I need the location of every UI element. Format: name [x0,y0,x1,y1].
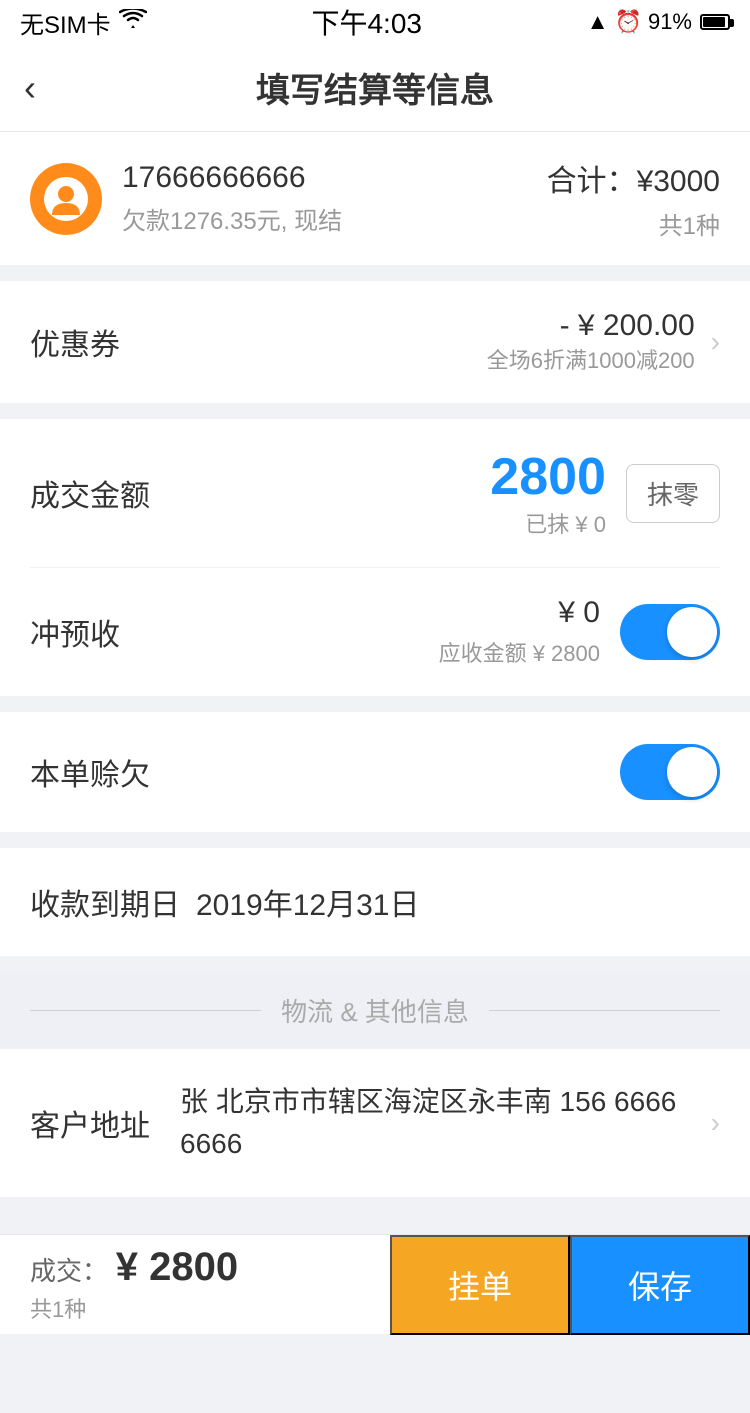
battery-percent: 91% [648,9,692,35]
status-time: 下午4:03 [311,2,422,42]
page-title: 填写结算等信息 [256,63,494,112]
deal-amount-label: 成交金额 [30,471,150,515]
flush-receivable: 应收金额 ¥ 2800 [439,636,600,668]
coupon-description: 全场6折满1000减200 [487,343,695,375]
customer-section: 17666666666 欠款1276.35元, 现结 合计：¥3000 共1种 [0,132,750,265]
bottom-count: 共1种 [30,1292,360,1324]
divider-row: 物流 & 其他信息 [30,992,720,1029]
divider-line-left [30,1010,261,1011]
save-button[interactable]: 保存 [570,1235,750,1335]
divider-section: 物流 & 其他信息 [0,972,750,1049]
coupon-row[interactable]: 优惠券 - ¥ 200.00 全场6折满1000减200 › [0,281,750,403]
hang-button[interactable]: 挂单 [390,1235,570,1335]
deal-amount-group: 2800 已抹 ¥ 0 抹零 [490,447,720,539]
customer-phone: 17666666666 [122,161,547,195]
due-date-value: 2019年12月31日 [196,880,419,924]
deal-amount-row: 成交金额 2800 已抹 ¥ 0 抹零 [30,419,720,568]
avatar-icon [44,177,88,221]
deal-section: 成交金额 2800 已抹 ¥ 0 抹零 冲预收 ¥ 0 应收金额 ¥ 2800 [0,419,750,696]
address-row[interactable]: 客户地址 张 北京市市辖区海淀区永丰南 156 6666 6666 › [30,1049,720,1197]
customer-debt: 欠款1276.35元, 现结 [122,201,547,236]
address-label: 客户地址 [30,1101,150,1145]
divider-label: 物流 & 其他信息 [281,992,469,1029]
flush-amount: ¥ 0 [558,596,600,630]
coupon-label: 优惠券 [30,320,120,364]
customer-info: 17666666666 欠款1276.35元, 现结 [122,161,547,236]
chevron-right-icon: › [711,326,720,358]
coupon-discount: - ¥ 200.00 [487,309,695,343]
back-button[interactable]: ‹ [24,67,36,109]
due-date-row: 收款到期日 2019年12月31日 [30,848,720,956]
status-bar: 无SIM卡 下午4:03 ▲ ⏰ 91% [0,0,750,44]
status-left: 无SIM卡 [20,5,147,40]
address-value: 张 北京市市辖区海淀区永丰南 156 6666 6666 [180,1081,705,1165]
wifi-icon [119,8,147,36]
coupon-right: - ¥ 200.00 全场6折满1000减200 › [487,309,720,375]
customer-total: 合计：¥3000 共1种 [547,156,720,241]
deal-amount-sub: 已抹 ¥ 0 [490,507,606,539]
customer-row: 17666666666 欠款1276.35元, 现结 合计：¥3000 共1种 [0,132,750,265]
flush-prepay-right: ¥ 0 应收金额 ¥ 2800 [439,596,600,668]
address-chevron-icon: › [711,1107,720,1139]
deal-amount-value: 2800 [490,447,606,507]
due-date-label: 收款到期日 [30,880,180,924]
flush-prepay-label: 冲预收 [30,610,120,654]
nav-bar: ‹ 填写结算等信息 [0,44,750,132]
flush-prepay-row: 冲预收 ¥ 0 应收金额 ¥ 2800 [30,568,720,696]
location-icon: ▲ [587,9,609,35]
bottom-amount: ¥ 2800 [116,1245,238,1289]
credit-order-row: 本单赊欠 [30,712,720,832]
credit-toggle-thumb [667,747,717,797]
credit-order-label: 本单赊欠 [30,750,150,794]
alarm-icon: ⏰ [615,9,642,35]
bottom-summary: 成交： ¥ 2800 共1种 [0,1245,390,1324]
status-right: ▲ ⏰ 91% [587,9,730,35]
bottom-deal-label: 成交： [30,1256,108,1286]
bottom-bar: 成交： ¥ 2800 共1种 挂单 保存 [0,1234,750,1334]
address-section: 客户地址 张 北京市市辖区海淀区永丰南 156 6666 6666 › [0,1049,750,1197]
coupon-section: 优惠券 - ¥ 200.00 全场6折满1000减200 › [0,281,750,403]
total-amount: 合计：¥3000 [547,156,720,200]
divider-line-right [489,1010,720,1011]
flush-prepay-toggle[interactable] [620,604,720,660]
carrier-text: 无SIM卡 [20,5,111,40]
battery-icon [700,14,730,30]
avatar [30,163,102,235]
round-button[interactable]: 抹零 [626,464,720,523]
bottom-deal-row: 成交： ¥ 2800 [30,1245,360,1290]
toggle-thumb [667,607,717,657]
credit-section: 本单赊欠 [0,712,750,832]
total-count: 共1种 [547,206,720,241]
due-date-section: 收款到期日 2019年12月31日 [0,848,750,956]
credit-order-toggle[interactable] [620,744,720,800]
